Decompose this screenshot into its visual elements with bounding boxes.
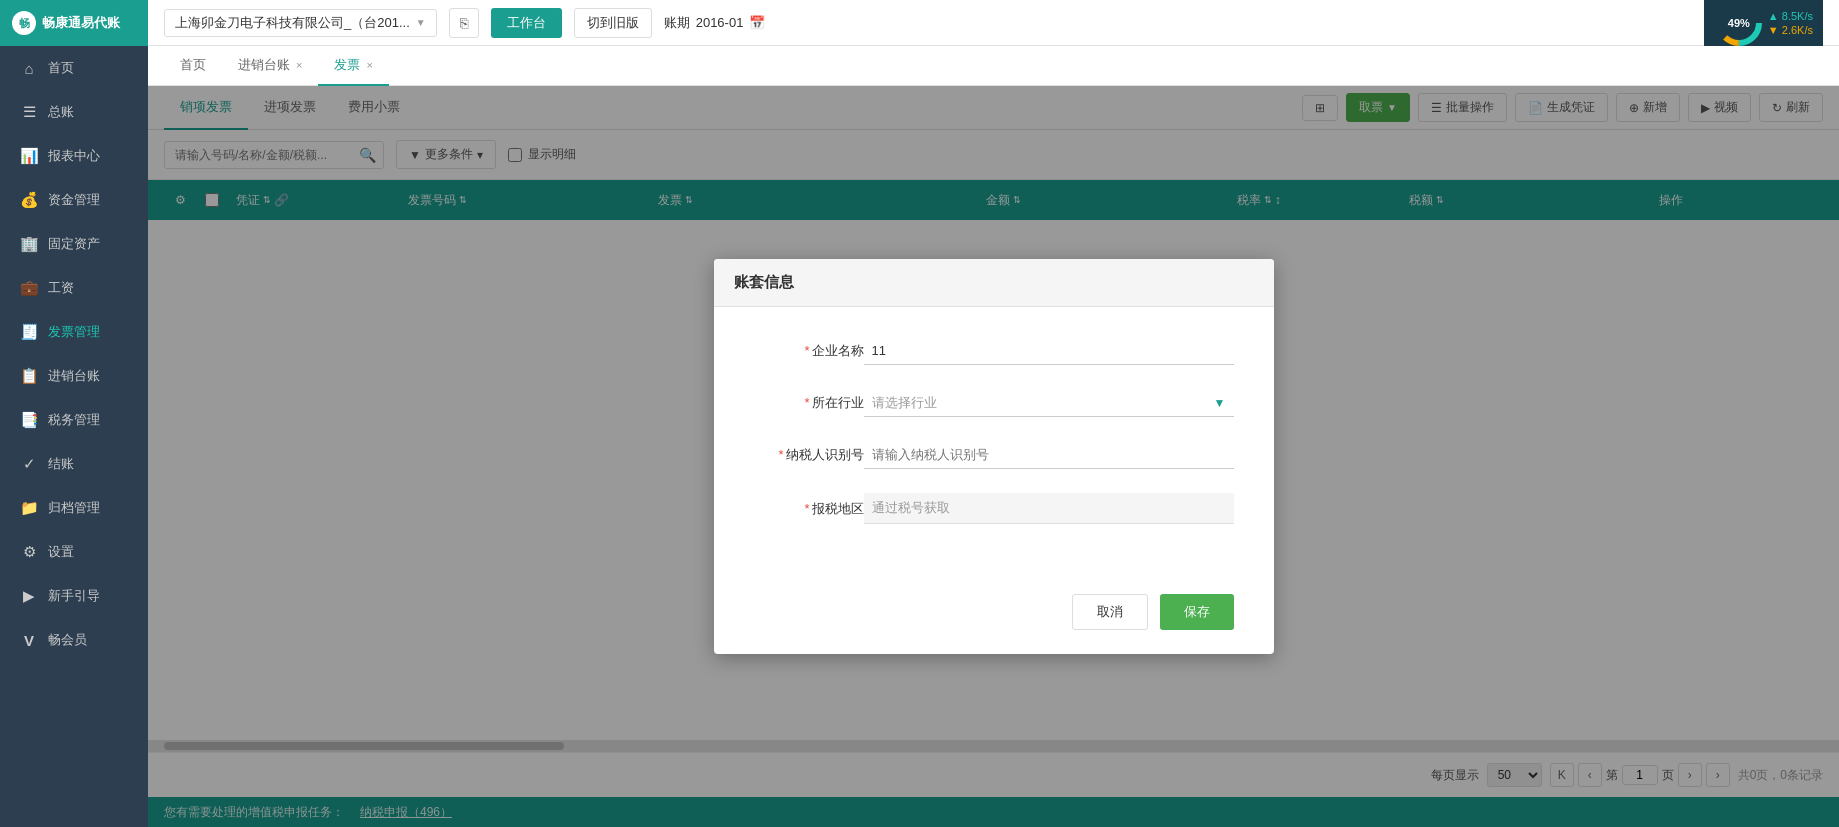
modal-overlay: 账套信息 *企业名称 *所在行业 [148,86,1839,827]
select-chevron-icon: ▼ [1214,396,1226,410]
company-chevron-icon: ▼ [416,17,426,28]
sidebar-nav: ⌂ 首页 ☰ 总账 📊 报表中心 💰 资金管理 🏢 固定资产 💼 工资 🧾 发票… [0,46,148,827]
speed-down: ▼ 2.6K/s [1768,24,1813,36]
assets-icon: 🏢 [20,235,38,253]
form-row-industry: *所在行业 请选择行业 ▼ [754,389,1234,417]
old-version-button[interactable]: 切到旧版 [574,8,652,38]
sidebar-item-archive[interactable]: 📁 归档管理 [0,486,148,530]
modal-title: 账套信息 [714,259,1274,307]
tax-icon: 📑 [20,411,38,429]
vip-icon: V [20,632,38,649]
funds-icon: 💰 [20,191,38,209]
reports-icon: 📊 [20,147,38,165]
home-icon: ⌂ [20,60,38,77]
sidebar-item-purchase-sales[interactable]: 📋 进销台账 [0,354,148,398]
sidebar-item-label: 资金管理 [48,191,100,209]
invoice-mgmt-icon: 🧾 [20,323,38,341]
topbar: 上海卯金刀电子科技有限公司_（台201... ▼ ⎘ 工作台 切到旧版 账期 2… [148,0,1839,46]
form-row-tax-region: *报税地区 通过税号获取 [754,493,1234,524]
calendar-icon: 📅 [749,15,765,30]
sidebar-item-label: 结账 [48,455,74,473]
company-name: 上海卯金刀电子科技有限公司_（台201... [175,14,410,32]
input-tax-id[interactable] [864,441,1234,469]
archive-icon: 📁 [20,499,38,517]
label-tax-region: *报税地区 [754,500,864,518]
sidebar-item-home[interactable]: ⌂ 首页 [0,46,148,90]
workbench-button[interactable]: 工作台 [491,8,562,38]
period-value: 2016-01 [696,15,744,30]
speed-percent: 49% [1728,17,1750,29]
company-selector[interactable]: 上海卯金刀电子科技有限公司_（台201... ▼ [164,9,437,37]
sidebar-item-vip[interactable]: V 畅会员 [0,618,148,662]
tab-purchase-sales-close[interactable]: × [296,59,302,71]
select-industry[interactable]: 请选择行业 [864,389,1234,416]
tab-purchase-sales-label: 进销台账 [238,56,290,74]
sidebar-item-label: 畅会员 [48,631,87,649]
topbar-right: 49% ▲ 8.5K/s ▼ 2.6K/s [1704,0,1823,52]
save-button[interactable]: 保存 [1160,594,1234,630]
label-company: *企业名称 [754,342,864,360]
tab-home[interactable]: 首页 [164,46,222,86]
tab-invoice-label: 发票 [334,56,360,74]
content-area: 销项发票 进项发票 费用小票 ⊞ 取票 ▼ ☰ [148,86,1839,827]
sidebar-item-guide[interactable]: ▶ 新手引导 [0,574,148,618]
sidebar-item-salary[interactable]: 💼 工资 [0,266,148,310]
period-label: 账期 [664,14,690,32]
sidebar-item-label: 税务管理 [48,411,100,429]
guide-icon: ▶ [20,587,38,605]
sidebar-item-settings[interactable]: ⚙ 设置 [0,530,148,574]
sidebar-item-reports[interactable]: 📊 报表中心 [0,134,148,178]
sidebar-item-funds[interactable]: 💰 资金管理 [0,178,148,222]
settlement-icon: ✓ [20,455,38,473]
input-company-name[interactable] [864,337,1234,365]
sidebar-item-label: 报表中心 [48,147,100,165]
sidebar-item-tax[interactable]: 📑 税务管理 [0,398,148,442]
sidebar-item-ledger[interactable]: ☰ 总账 [0,90,148,134]
form-row-tax-id: *纳税人识别号 [754,441,1234,469]
main-area: 上海卯金刀电子科技有限公司_（台201... ▼ ⎘ 工作台 切到旧版 账期 2… [148,0,1839,827]
network-speed: 49% ▲ 8.5K/s ▼ 2.6K/s [1704,0,1823,52]
tax-region-display: 通过税号获取 [864,493,1234,524]
label-tax-id: *纳税人识别号 [754,446,864,464]
speed-up: ▲ 8.5K/s [1768,10,1813,22]
sidebar-item-label: 工资 [48,279,74,297]
logo-icon: 畅 [12,11,36,35]
sidebar: 畅 畅康通易代账 ⌂ 首页 ☰ 总账 📊 报表中心 💰 资金管理 🏢 固定资产 … [0,0,148,827]
salary-icon: 💼 [20,279,38,297]
sidebar-item-label: 进销台账 [48,367,100,385]
sidebar-item-label: 设置 [48,543,74,561]
form-row-company: *企业名称 [754,337,1234,365]
cancel-button[interactable]: 取消 [1072,594,1148,630]
modal-footer: 取消 保存 [714,578,1274,654]
purchase-sales-icon: 📋 [20,367,38,385]
copy-button[interactable]: ⎘ [449,8,479,38]
sidebar-logo: 畅 畅康通易代账 [0,0,148,46]
sidebar-item-label: 发票管理 [48,323,100,341]
sidebar-item-label: 总账 [48,103,74,121]
sidebar-item-label: 归档管理 [48,499,100,517]
sidebar-item-label: 首页 [48,59,74,77]
settings-icon: ⚙ [20,543,38,561]
sidebar-item-label: 新手引导 [48,587,100,605]
select-industry-wrap: 请选择行业 ▼ [864,389,1234,417]
modal-account-info: 账套信息 *企业名称 *所在行业 [714,259,1274,654]
label-industry: *所在行业 [754,394,864,412]
sidebar-item-assets[interactable]: 🏢 固定资产 [0,222,148,266]
tab-purchase-sales[interactable]: 进销台账 × [222,46,318,86]
sidebar-item-settlement[interactable]: ✓ 结账 [0,442,148,486]
sidebar-item-label: 固定资产 [48,235,100,253]
copy-icon: ⎘ [460,15,468,31]
app-title: 畅康通易代账 [42,14,120,32]
tab-invoice-close[interactable]: × [366,59,372,71]
nav-tabs: 首页 进销台账 × 发票 × [148,46,1839,86]
period-info: 账期 2016-01 📅 [664,14,766,32]
ledger-icon: ☰ [20,103,38,121]
modal-body: *企业名称 *所在行业 请选择行业 ▼ [714,307,1274,578]
tab-home-label: 首页 [180,56,206,74]
tab-invoice[interactable]: 发票 × [318,46,388,86]
sidebar-item-invoice-mgmt[interactable]: 🧾 发票管理 [0,310,148,354]
